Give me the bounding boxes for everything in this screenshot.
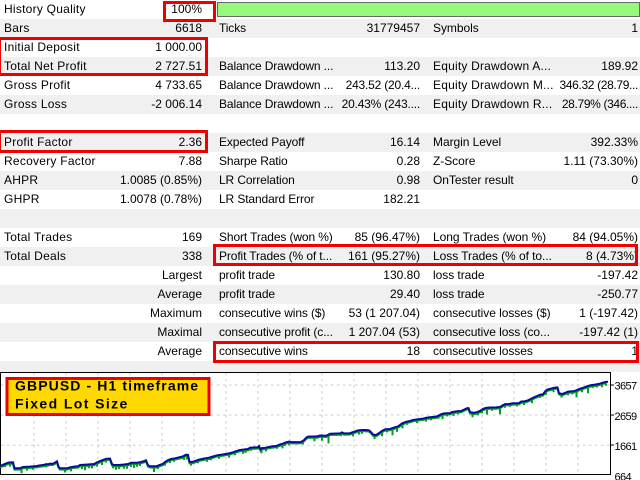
svg-text:2659: 2659 (615, 411, 638, 423)
svg-text:1661: 1661 (615, 441, 638, 453)
svg-text:664: 664 (615, 471, 632, 480)
svg-text:Fixed Lot Size: Fixed Lot Size (15, 396, 129, 412)
svg-text:GBPUSD - H1 timeframe: GBPUSD - H1 timeframe (15, 378, 199, 394)
svg-text:3657: 3657 (615, 381, 638, 393)
